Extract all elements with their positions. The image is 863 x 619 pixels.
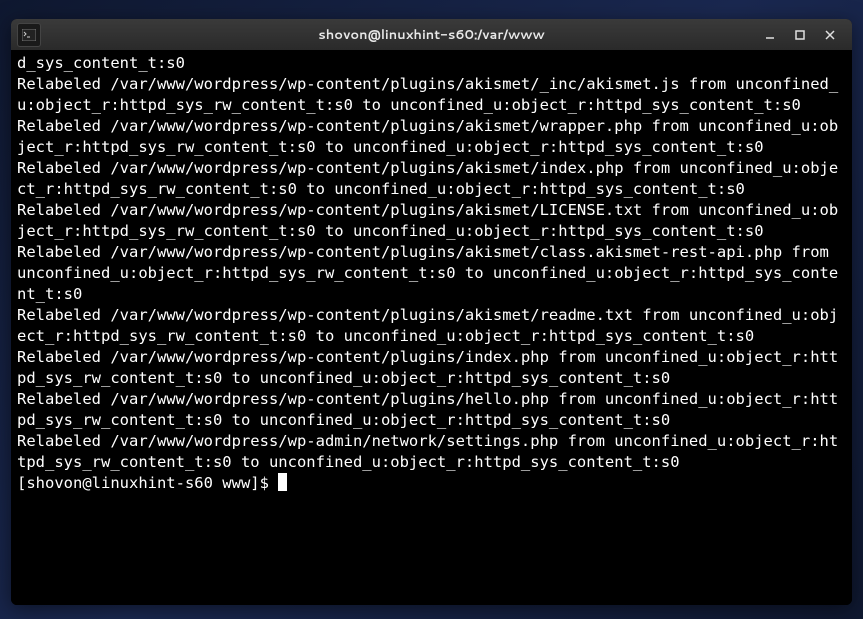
minimize-button[interactable] <box>762 27 778 43</box>
terminal-body[interactable]: d_sys_content_t:s0 Relabeled /var/www/wo… <box>11 50 852 605</box>
close-button[interactable] <box>822 27 838 43</box>
window-title: shovon@linuxhint-s60:/var/www <box>11 26 852 44</box>
shell-prompt: [shovon@linuxhint-s60 www]$ <box>17 474 278 492</box>
terminal-window: shovon@linuxhint-s60:/var/www d_sys_cont… <box>11 19 852 605</box>
terminal-output: d_sys_content_t:s0 Relabeled /var/www/wo… <box>17 54 838 471</box>
terminal-icon <box>17 23 41 47</box>
maximize-button[interactable] <box>792 27 808 43</box>
cursor <box>278 473 287 491</box>
titlebar[interactable]: shovon@linuxhint-s60:/var/www <box>11 19 852 50</box>
window-controls <box>762 27 848 43</box>
